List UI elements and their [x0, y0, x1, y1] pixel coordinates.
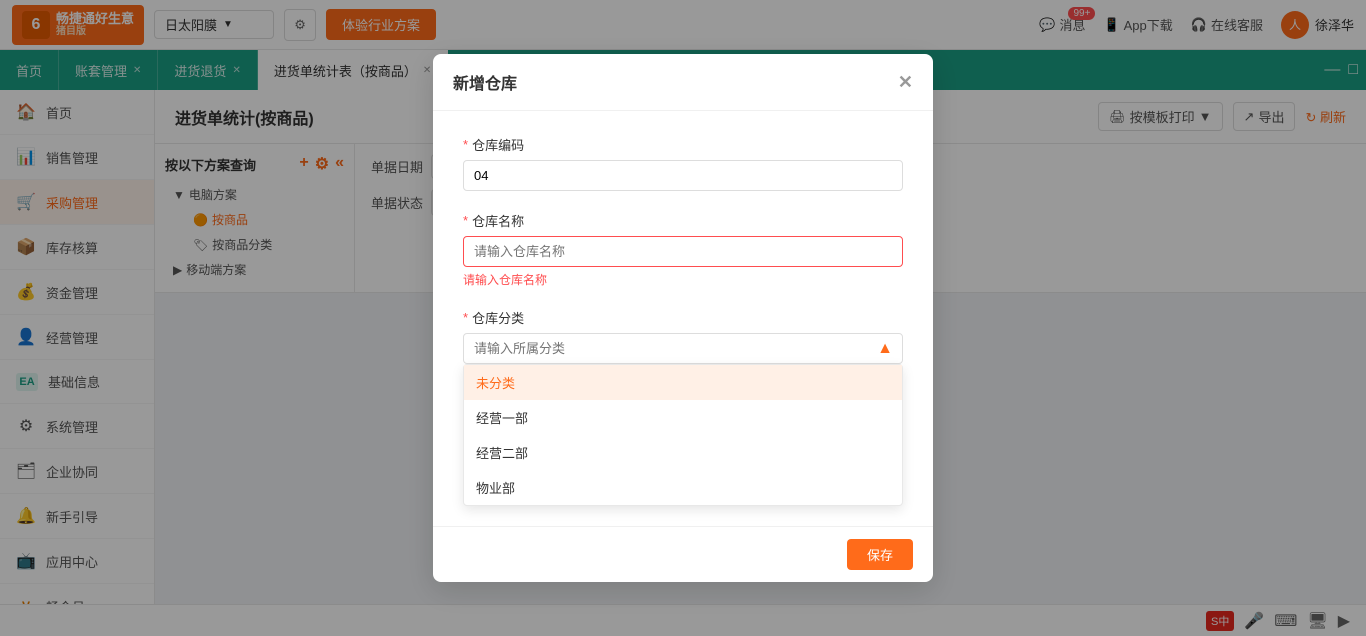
- required-star-2: *: [463, 213, 468, 228]
- warehouse-name-input[interactable]: [463, 236, 903, 267]
- dropdown-item-dept2[interactable]: 经营二部: [464, 435, 902, 470]
- category-select-arrow-icon[interactable]: ▲: [877, 340, 893, 358]
- dialog-close-button[interactable]: ✕: [898, 72, 913, 93]
- dialog-body: * 仓库编码 * 仓库名称 请输入仓库名称 * 仓库分类: [433, 111, 933, 526]
- warehouse-code-input[interactable]: [463, 160, 903, 191]
- modal-overlay[interactable]: 新增仓库 ✕ * 仓库编码 * 仓库名称 请输入仓库名称: [0, 0, 1366, 636]
- form-row-code: * 仓库编码: [463, 135, 903, 191]
- form-row-name: * 仓库名称 请输入仓库名称: [463, 211, 903, 288]
- category-dropdown: 未分类 经营一部 经营二部 物业部: [463, 364, 903, 506]
- required-star: *: [463, 137, 468, 152]
- form-row-category: * 仓库分类 ▲ 未分类 经营一部 经营二部 物业部: [463, 308, 903, 364]
- dropdown-item-uncategorized[interactable]: 未分类: [464, 365, 902, 400]
- dialog-header: 新增仓库 ✕: [433, 54, 933, 111]
- dialog-footer: 保存: [433, 526, 933, 582]
- category-label: * 仓库分类: [463, 308, 903, 327]
- dropdown-item-property[interactable]: 物业部: [464, 470, 902, 505]
- required-star-3: *: [463, 310, 468, 325]
- code-label: * 仓库编码: [463, 135, 903, 154]
- save-button[interactable]: 保存: [847, 539, 913, 570]
- dialog-title: 新增仓库: [453, 70, 517, 94]
- add-warehouse-dialog: 新增仓库 ✕ * 仓库编码 * 仓库名称 请输入仓库名称: [433, 54, 933, 582]
- name-error-message: 请输入仓库名称: [463, 271, 903, 288]
- category-select-input[interactable]: [463, 333, 903, 364]
- name-label: * 仓库名称: [463, 211, 903, 230]
- dropdown-item-dept1[interactable]: 经营一部: [464, 400, 902, 435]
- category-select-wrapper: ▲ 未分类 经营一部 经营二部 物业部: [463, 333, 903, 364]
